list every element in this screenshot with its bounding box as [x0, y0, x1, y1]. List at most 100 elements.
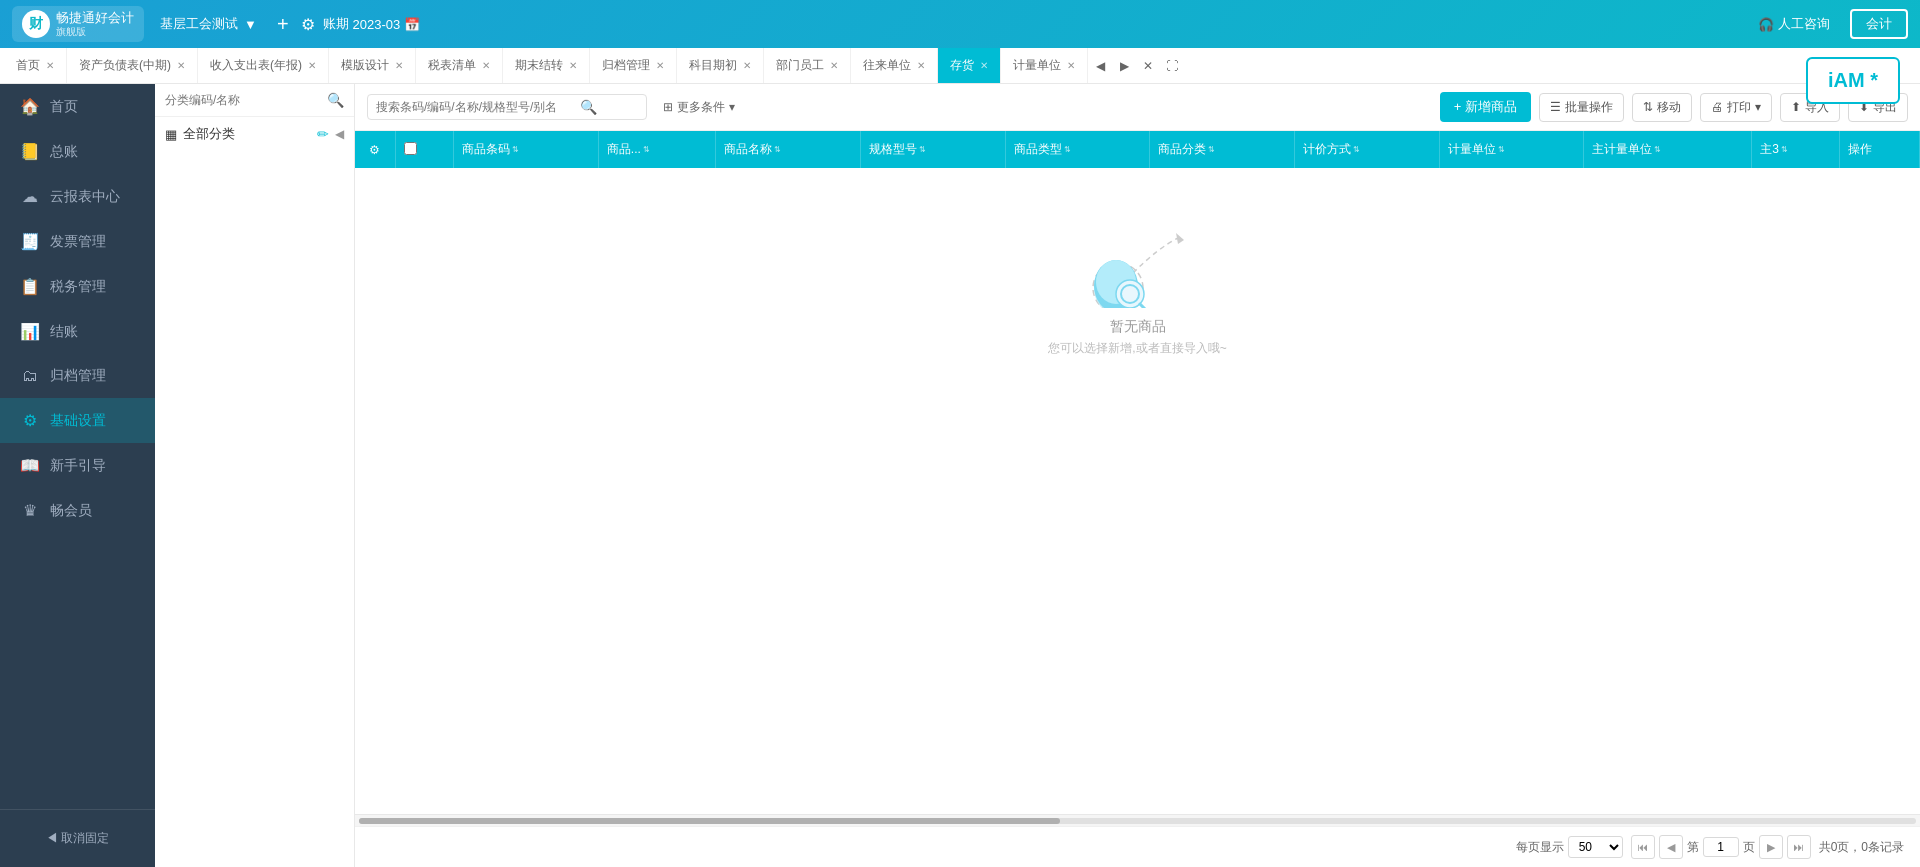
category-edit-icon[interactable]: ✏: [317, 126, 329, 142]
cancel-fixed-button[interactable]: ◀ 取消固定: [0, 822, 155, 855]
tab-archive[interactable]: 归档管理 ✕: [590, 48, 677, 84]
tab-balance[interactable]: 资产负债表(中期) ✕: [67, 48, 198, 84]
col-category[interactable]: 商品分类⇅: [1150, 131, 1295, 168]
sidebar-item-ledger[interactable]: 📒 总账: [0, 129, 155, 174]
batch-operation-button[interactable]: ☰ 批量操作: [1539, 93, 1624, 122]
print-icon: 🖨: [1711, 100, 1723, 114]
vip-icon: ♛: [20, 501, 40, 520]
per-page-dropdown[interactable]: 50 100 200: [1568, 836, 1623, 858]
tab-income[interactable]: 收入支出表(年报) ✕: [198, 48, 329, 84]
tab-period[interactable]: 期末结转 ✕: [503, 48, 590, 84]
batch-icon: ☰: [1550, 100, 1561, 114]
tab-tax-close[interactable]: ✕: [482, 60, 490, 71]
sidebar-item-invoice[interactable]: 🧾 发票管理: [0, 219, 155, 264]
category-search-input[interactable]: [165, 93, 321, 107]
tab-tax[interactable]: 税表清单 ✕: [416, 48, 503, 84]
search-bar-icon[interactable]: 🔍: [580, 99, 597, 115]
tab-income-close[interactable]: ✕: [308, 60, 316, 71]
per-page-label: 每页显示: [1516, 839, 1564, 856]
tab-staff[interactable]: 部门员工 ✕: [764, 48, 851, 84]
sort-icon: ⇅: [1498, 145, 1505, 154]
consult-button[interactable]: 🎧 人工咨询: [1750, 11, 1838, 37]
tab-template-label: 模版设计: [341, 57, 389, 74]
first-page-button[interactable]: ⏮: [1631, 835, 1655, 859]
tab-archive-close[interactable]: ✕: [656, 60, 664, 71]
col-name[interactable]: 商品名称⇅: [716, 131, 861, 168]
tab-unit[interactable]: 计量单位 ✕: [1001, 48, 1088, 84]
sidebar-label-archive: 归档管理: [50, 367, 106, 385]
col-barcode[interactable]: 商品条码⇅: [454, 131, 599, 168]
last-page-button[interactable]: ⏭: [1787, 835, 1811, 859]
tab-inventory-label: 存货: [950, 57, 974, 74]
tab-balance-close[interactable]: ✕: [177, 60, 185, 71]
tab-subject-close[interactable]: ✕: [743, 60, 751, 71]
horizontal-scrollbar[interactable]: [355, 814, 1920, 826]
tab-inventory-close[interactable]: ✕: [980, 60, 988, 71]
tab-unit-close[interactable]: ✕: [1067, 60, 1075, 71]
company-selector[interactable]: 基层工会测试 ▼: [152, 11, 265, 37]
tab-balance-label: 资产负债表(中期): [79, 57, 171, 74]
all-category-label: 全部分类: [183, 125, 235, 143]
calendar-icon[interactable]: 📅: [404, 17, 420, 32]
col-extra[interactable]: 主3⇅: [1752, 131, 1839, 168]
iam-button[interactable]: iAM *: [1806, 57, 1900, 104]
tab-inventory[interactable]: 存货 ✕: [938, 48, 1001, 84]
content-area: 🔍 ▦ 全部分类 ✏ ◀ 🔍 ⊞: [155, 84, 1920, 867]
page-number-input[interactable]: [1703, 837, 1739, 857]
col-code[interactable]: 商品...⇅: [598, 131, 715, 168]
header-actions: 🎧 人工咨询 会计: [1750, 9, 1908, 39]
tab-template[interactable]: 模版设计 ✕: [329, 48, 416, 84]
logo-area: 财 畅捷通好会计 旗舰版: [12, 6, 144, 42]
tab-partner[interactable]: 往来单位 ✕: [851, 48, 938, 84]
sidebar-item-settle[interactable]: 📊 结账: [0, 309, 155, 354]
add-tab-button[interactable]: +: [273, 13, 293, 36]
tab-close-all-button[interactable]: ✕: [1136, 54, 1160, 78]
sidebar-item-vip[interactable]: ♛ 畅会员: [0, 488, 155, 533]
sidebar-item-home[interactable]: 🏠 首页: [0, 84, 155, 129]
category-collapse-icon[interactable]: ◀: [335, 127, 344, 141]
tab-next-button[interactable]: ▶: [1112, 54, 1136, 78]
col-checkbox[interactable]: [395, 131, 454, 168]
col-category-label: 商品分类: [1158, 141, 1206, 158]
empty-decoration: [1078, 228, 1198, 308]
col-main-unit[interactable]: 主计量单位⇅: [1584, 131, 1752, 168]
col-name-label: 商品名称: [724, 141, 772, 158]
product-search-input[interactable]: [376, 100, 576, 114]
print-button[interactable]: 🖨 打印 ▾: [1700, 93, 1772, 122]
tab-expand-button[interactable]: ⛶: [1160, 54, 1184, 78]
top-header: 财 畅捷通好会计 旗舰版 基层工会测试 ▼ + ⚙ 账期 2023-03 📅 🎧…: [0, 0, 1920, 48]
sidebar-item-archive[interactable]: 🗂 归档管理: [0, 354, 155, 398]
tab-prev-button[interactable]: ◀: [1088, 54, 1112, 78]
all-category-item[interactable]: ▦ 全部分类 ✏ ◀: [155, 117, 354, 151]
account-button[interactable]: 会计: [1850, 9, 1908, 39]
sidebar-item-basic[interactable]: ⚙ 基础设置: [0, 398, 155, 443]
scrollbar-thumb[interactable]: [359, 818, 1060, 824]
tab-home-close[interactable]: ✕: [46, 60, 54, 71]
tab-subject[interactable]: 科目期初 ✕: [677, 48, 764, 84]
col-type[interactable]: 商品类型⇅: [1005, 131, 1150, 168]
sidebar: 🏠 首页 📒 总账 ☁ 云报表中心 🧾 发票管理 📋 税务管理 📊 结账 🗂 归…: [0, 84, 155, 867]
col-price-method[interactable]: 计价方式⇅: [1294, 131, 1439, 168]
new-product-button[interactable]: + 新增商品: [1440, 92, 1531, 122]
tab-template-close[interactable]: ✕: [395, 60, 403, 71]
col-spec[interactable]: 规格型号⇅: [860, 131, 1005, 168]
col-settings[interactable]: ⚙: [355, 131, 395, 168]
tab-period-close[interactable]: ✕: [569, 60, 577, 71]
select-all-checkbox[interactable]: [404, 142, 417, 155]
sidebar-item-guide[interactable]: 📖 新手引导: [0, 443, 155, 488]
tab-home[interactable]: 首页 ✕: [4, 48, 67, 84]
next-page-button[interactable]: ▶: [1759, 835, 1783, 859]
tab-partner-close[interactable]: ✕: [917, 60, 925, 71]
col-spec-label: 规格型号: [869, 141, 917, 158]
dropdown-arrow-icon: ▼: [244, 17, 257, 32]
sidebar-label-basic: 基础设置: [50, 412, 106, 430]
sidebar-item-report[interactable]: ☁ 云报表中心: [0, 174, 155, 219]
prev-page-button[interactable]: ◀: [1659, 835, 1683, 859]
more-filter-button[interactable]: ⊞ 更多条件 ▾: [655, 95, 743, 120]
tab-staff-close[interactable]: ✕: [830, 60, 838, 71]
settings-icon[interactable]: ⚙: [301, 15, 315, 34]
col-unit[interactable]: 计量单位⇅: [1439, 131, 1584, 168]
sidebar-item-tax[interactable]: 📋 税务管理: [0, 264, 155, 309]
move-button[interactable]: ⇅ 移动: [1632, 93, 1692, 122]
category-search-icon[interactable]: 🔍: [327, 92, 344, 108]
